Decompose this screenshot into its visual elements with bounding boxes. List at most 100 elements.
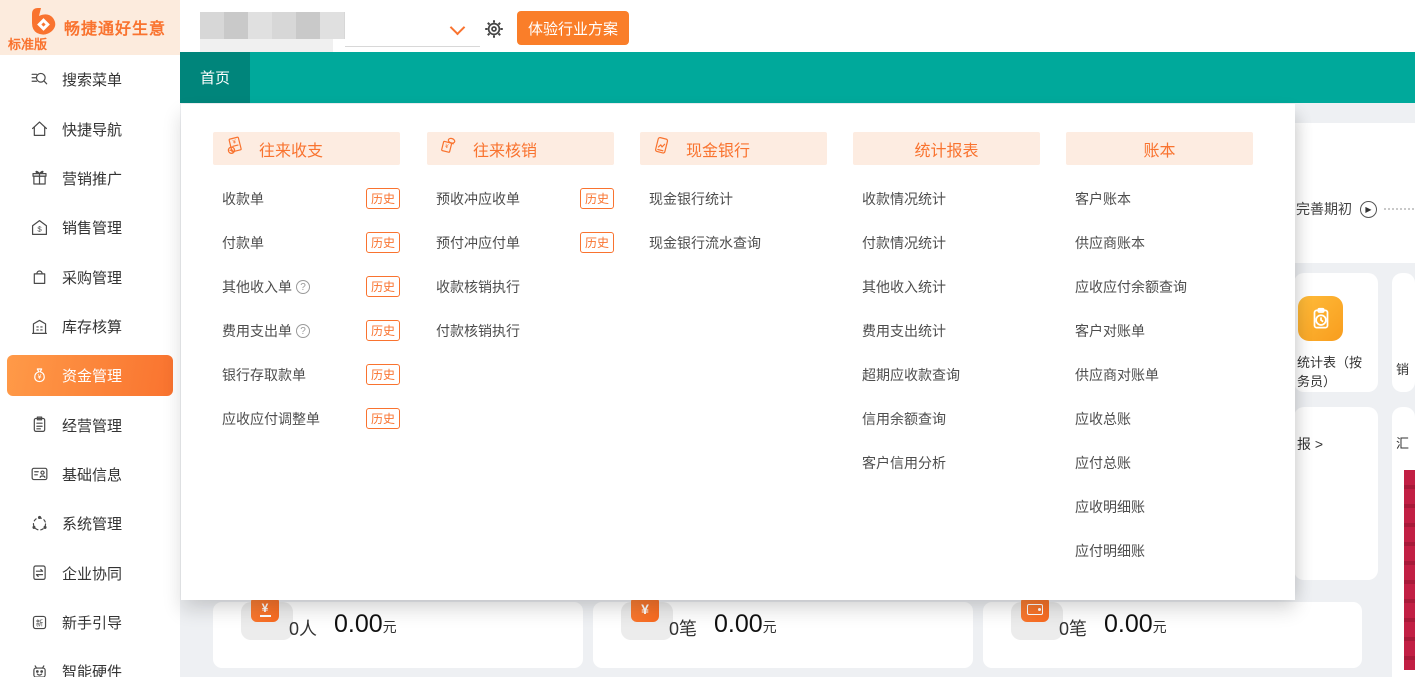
sidebar-item-label: 新手引导 [62, 615, 123, 633]
menu-column-header: 统计报表 [853, 132, 1040, 165]
menu-column-title: 统计报表 [914, 142, 979, 160]
menu-item[interactable]: 信用余额查询 [862, 408, 946, 430]
menu-item[interactable]: 付款核销执行 [436, 320, 520, 342]
tab-home[interactable]: 首页 [180, 52, 250, 103]
menu-item[interactable]: 应收应付余额查询 [1075, 276, 1187, 298]
onboarding-label: 完善期初 [1296, 201, 1352, 217]
history-badge[interactable]: 历史 [365, 188, 400, 209]
sidebar-item-12[interactable]: 新 新手引导 [0, 598, 180, 647]
menu-item[interactable]: 付款单 [222, 232, 264, 254]
stat-amount: 0.00元 [1104, 610, 1167, 638]
menu-item[interactable]: 收款单 [222, 188, 264, 210]
menu-item[interactable]: 超期应收款查询 [862, 364, 960, 386]
company-name-redacted[interactable] [200, 12, 345, 39]
history-badge[interactable]: 历史 [579, 232, 614, 253]
menu-item[interactable]: 客户账本 [1075, 188, 1131, 210]
sidebar-item-3[interactable]: 营销推广 [0, 154, 180, 203]
menu-item[interactable]: 应付总账 [1075, 452, 1131, 474]
sidebar-item-11[interactable]: 企业协同 [0, 549, 180, 598]
menu-item[interactable]: 费用支出单? [222, 320, 310, 342]
history-badge[interactable]: 历史 [365, 276, 400, 297]
menu-item[interactable]: 供应商对账单 [1075, 364, 1159, 386]
history-badge[interactable]: 历史 [365, 320, 400, 341]
stat-unit: 元 [1152, 619, 1167, 635]
menu-item[interactable]: 收款情况统计 [862, 188, 946, 210]
sidebar-item-8[interactable]: 经营管理 [0, 400, 180, 449]
smart-device-icon [30, 662, 50, 677]
history-badge[interactable]: 历史 [365, 232, 400, 253]
chevron-down-icon[interactable] [449, 19, 466, 36]
sidebar-item-label: 销售管理 [62, 220, 123, 238]
banner-card-label: 汇 [1396, 436, 1410, 451]
sidebar-item-label: 基础信息 [62, 466, 123, 484]
menu-item[interactable]: 预付冲应付单 [436, 232, 520, 254]
menu-item[interactable]: 应收明细账 [1075, 496, 1145, 518]
menu-column-4: 统计报表收款情况统计 付款情况统计 其他收入统计 费用支出统计 超期应收款查询 信用余额查… [853, 132, 1040, 471]
menu-item[interactable]: 客户信用分析 [862, 452, 946, 474]
sidebar-item-label: 快捷导航 [62, 121, 123, 139]
brand-area: 畅捷通好生意 标准版 [0, 0, 180, 55]
menu-column-1: ¥ 往来收支 收款单 历史 付款单 历史 其他收入单? 历史 费用支出单? 历史 银行存取款单 历史应… [213, 132, 400, 429]
svg-text:¥: ¥ [444, 143, 449, 150]
tab-bar: 首页 [180, 52, 1415, 103]
sidebar-item-1[interactable]: 搜索菜单 [0, 55, 180, 104]
menu-item[interactable]: 其他收入统计 [862, 276, 946, 298]
gear-icon[interactable] [483, 18, 505, 40]
receipt-yen-icon: ¥ [225, 136, 251, 162]
sales-icon: $ [30, 218, 50, 238]
menu-item[interactable]: 应收应付调整单 [222, 408, 320, 430]
sidebar-item-13[interactable]: 智能硬件 [0, 647, 180, 677]
question-circle-icon[interactable]: ? [296, 280, 310, 294]
question-circle-icon[interactable]: ? [296, 324, 310, 338]
menu-item[interactable]: 费用支出统计 [862, 320, 946, 342]
history-badge[interactable]: 历史 [579, 188, 614, 209]
funds-mega-menu: ¥ 往来收支 收款单 历史 付款单 历史 其他收入单? 历史 费用支出单? 历史 银行存取款单 历史应… [181, 104, 1295, 600]
svg-text:¥: ¥ [38, 374, 42, 381]
menu-item[interactable]: 收款核销执行 [436, 276, 520, 298]
report-link[interactable]: 报 > [1297, 434, 1323, 454]
sidebar-item-label: 智能硬件 [62, 664, 123, 677]
brand-name: 畅捷通好生意 [64, 21, 167, 38]
menu-column-header: 账本 [1066, 132, 1253, 165]
sidebar-item-2[interactable]: 快捷导航 [0, 104, 180, 153]
menu-item[interactable]: 应付明细账 [1075, 540, 1145, 562]
sidebar-item-label: 经营管理 [62, 417, 123, 435]
svg-text:$: $ [37, 224, 42, 233]
menu-column-title: 往来核销 [473, 142, 538, 160]
promo-banner-image [1404, 470, 1415, 670]
stat-card-3: 0笔 0.00元 [983, 596, 1362, 668]
history-badge[interactable]: 历史 [365, 364, 400, 385]
topbar: 体验行业方案 [180, 0, 1415, 60]
onboarding-row: 完善期初 ▶ [1296, 200, 1415, 218]
sidebar-item-7[interactable]: ¥ 资金管理 [7, 355, 173, 397]
purchase-bag-icon [30, 267, 50, 287]
menu-item[interactable]: 应收总账 [1075, 408, 1131, 430]
sidebar-item-10[interactable]: 系统管理 [0, 499, 180, 548]
play-circle-icon[interactable]: ▶ [1360, 200, 1377, 218]
sidebar: 搜索菜单快捷导航营销推广 $ 销售管理采购管理库存核算 ¥ 资金管理经营管理基础信息系统… [0, 55, 180, 677]
search-icon [30, 70, 50, 90]
id-card-icon [30, 464, 50, 484]
history-badge[interactable]: 历史 [365, 408, 400, 429]
sidebar-item-label: 采购管理 [62, 269, 123, 287]
report-card-partial[interactable]: 统计表（按 务员） [1294, 273, 1378, 392]
experience-industry-button[interactable]: 体验行业方案 [517, 11, 629, 45]
menu-item[interactable]: 其他收入单? [222, 276, 310, 298]
menu-item[interactable]: 现金银行统计 [649, 188, 733, 210]
menu-item[interactable]: 客户对账单 [1075, 320, 1145, 342]
menu-item[interactable]: 现金银行流水查询 [649, 232, 761, 254]
sidebar-item-5[interactable]: 采购管理 [0, 253, 180, 302]
sidebar-item-4[interactable]: $ 销售管理 [0, 203, 180, 252]
menu-item[interactable]: 付款情况统计 [862, 232, 946, 254]
menu-item[interactable]: 供应商账本 [1075, 232, 1145, 254]
stat-count: 0笔 [1059, 619, 1088, 639]
sidebar-item-6[interactable]: 库存核算 [0, 302, 180, 351]
sidebar-item-9[interactable]: 基础信息 [0, 450, 180, 499]
warehouse-icon [30, 317, 50, 337]
stat-count: 0笔 [669, 619, 698, 639]
daily-report-card-partial: 报 > [1294, 407, 1378, 580]
app-window: 完善期初 ▶ 统计表（按 务员） 销 报 > 汇 ¥ 0人 0.00元 ¥ 0笔… [0, 0, 1415, 677]
menu-item[interactable]: 预收冲应收单 [436, 188, 520, 210]
sidebar-item-label: 营销推广 [62, 170, 123, 188]
menu-item[interactable]: 银行存取款单 [222, 364, 306, 386]
